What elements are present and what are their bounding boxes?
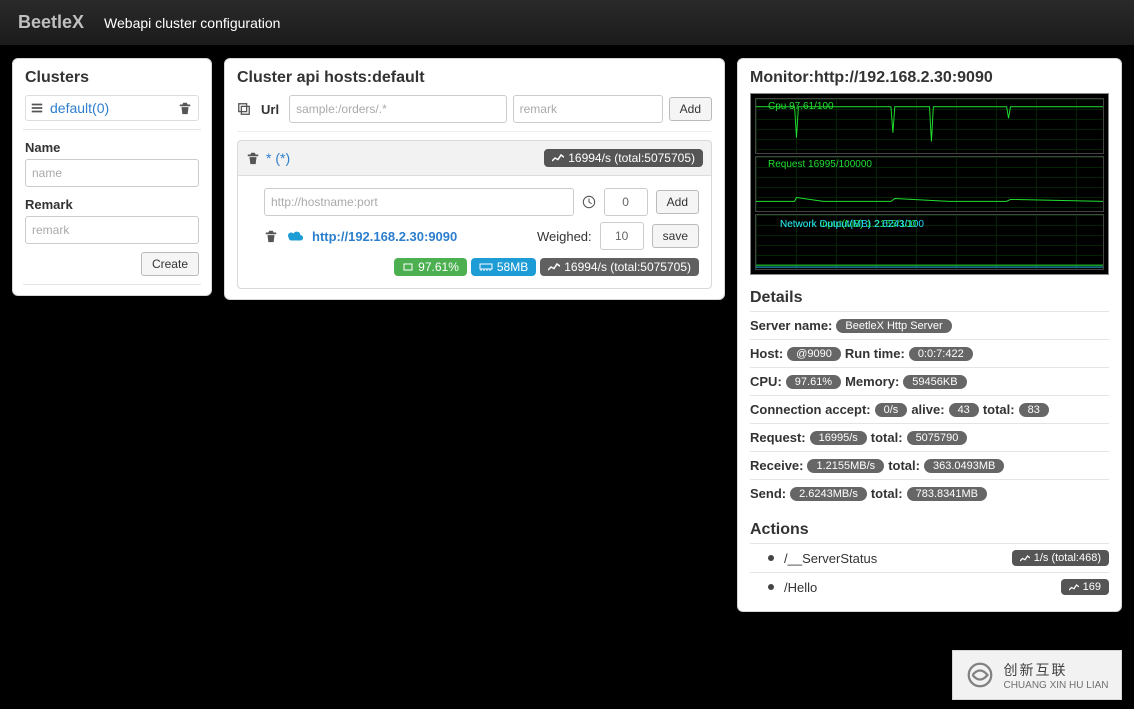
clock-icon <box>582 195 596 209</box>
monitor-charts: Cpu 97.61/100 Request 16995/100000 Netwo… <box>750 93 1109 275</box>
monitor-panel: Monitor:http://192.168.2.30:9090 Cpu 97.… <box>737 58 1122 612</box>
action-name: /Hello <box>784 580 1061 595</box>
trash-icon[interactable] <box>178 101 194 115</box>
action-row: /__ServerStatus 1/s (total:468) <box>750 543 1109 572</box>
watermark: 创新互联 CHUANG XIN HU LIAN <box>952 650 1122 700</box>
timeout-input[interactable] <box>604 188 648 216</box>
list-icon <box>30 101 46 115</box>
cloud-icon <box>286 229 304 243</box>
copy-icon[interactable] <box>237 102 255 116</box>
hosts-heading: Cluster api hosts:default <box>237 69 712 87</box>
cluster-item[interactable]: default(0) <box>25 95 199 121</box>
details-heading: Details <box>750 289 1109 307</box>
monitor-title: Monitor:http://192.168.2.30:9090 <box>750 69 1109 87</box>
weight-input[interactable] <box>600 222 644 250</box>
detail-cpu-mem: CPU:97.61% Memory:59456KB <box>750 367 1109 395</box>
chart-icon <box>552 153 564 163</box>
actions-heading: Actions <box>750 521 1109 539</box>
host-stats-pill: 16994/s (total:5075705) <box>540 258 699 276</box>
cpu-chart: Cpu 97.61/100 <box>755 98 1104 154</box>
trash-icon[interactable] <box>264 229 278 243</box>
detail-connections: Connection accept:0/s alive:43 total:83 <box>750 395 1109 423</box>
url-remark-input[interactable] <box>513 95 663 123</box>
host-input[interactable] <box>264 188 574 216</box>
chart-icon <box>1020 554 1030 563</box>
network-chart: Network Input(MB) 1.2155/100 Network Out… <box>755 214 1104 270</box>
memory-pill: 58MB <box>471 258 536 276</box>
page-title: Webapi cluster configuration <box>104 15 280 31</box>
watermark-sub: CHUANG XIN HU LIAN <box>1003 680 1108 691</box>
group-stats-pill: 16994/s (total:5075705) <box>544 149 703 167</box>
detail-send: Send:2.6243MB/s total:783.8341MB <box>750 479 1109 507</box>
bullet-icon <box>768 584 774 590</box>
hosts-panel: Cluster api hosts:default Url Add * (*) … <box>224 58 725 300</box>
action-stat-pill: 1/s (total:468) <box>1012 550 1109 566</box>
cluster-link[interactable]: default(0) <box>46 100 178 116</box>
cpu-icon <box>402 262 414 272</box>
cpu-pill: 97.61% <box>394 258 467 276</box>
request-chart: Request 16995/100000 <box>755 156 1104 212</box>
logo-icon <box>965 660 995 690</box>
weighed-label: Weighed: <box>537 229 592 244</box>
chart-icon <box>1069 583 1079 592</box>
action-stat-pill: 169 <box>1061 579 1109 595</box>
group-pattern: * (*) <box>266 150 290 166</box>
remark-label: Remark <box>25 197 199 212</box>
action-row: /Hello 169 <box>750 572 1109 601</box>
host-link[interactable]: http://192.168.2.30:9090 <box>312 229 457 244</box>
remark-input[interactable] <box>25 216 199 244</box>
add-host-button[interactable]: Add <box>656 190 699 214</box>
brand: BeetleX <box>18 12 84 33</box>
url-group: * (*) 16994/s (total:5075705) Add <box>237 140 712 289</box>
detail-request: Request:16995/s total:5075790 <box>750 423 1109 451</box>
clusters-heading: Clusters <box>25 69 199 87</box>
detail-servername: Server name:BeetleX Http Server <box>750 311 1109 339</box>
watermark-brand: 创新互联 <box>1003 660 1108 680</box>
detail-host: Host:@9090 Run time:0:0:7:422 <box>750 339 1109 367</box>
memory-icon <box>479 262 493 272</box>
detail-receive: Receive:1.2155MB/s total:363.0493MB <box>750 451 1109 479</box>
save-button[interactable]: save <box>652 224 699 248</box>
add-url-button[interactable]: Add <box>669 97 712 121</box>
action-name: /__ServerStatus <box>784 551 1012 566</box>
clusters-panel: Clusters default(0) Name Remark Create <box>12 58 212 296</box>
topbar: BeetleX Webapi cluster configuration <box>0 0 1134 46</box>
chart-icon <box>548 262 560 272</box>
url-input[interactable] <box>289 95 507 123</box>
create-button[interactable]: Create <box>141 252 199 276</box>
trash-icon[interactable] <box>246 151 260 165</box>
bullet-icon <box>768 555 774 561</box>
url-label: Url <box>261 102 279 117</box>
name-label: Name <box>25 140 199 155</box>
name-input[interactable] <box>25 159 199 187</box>
